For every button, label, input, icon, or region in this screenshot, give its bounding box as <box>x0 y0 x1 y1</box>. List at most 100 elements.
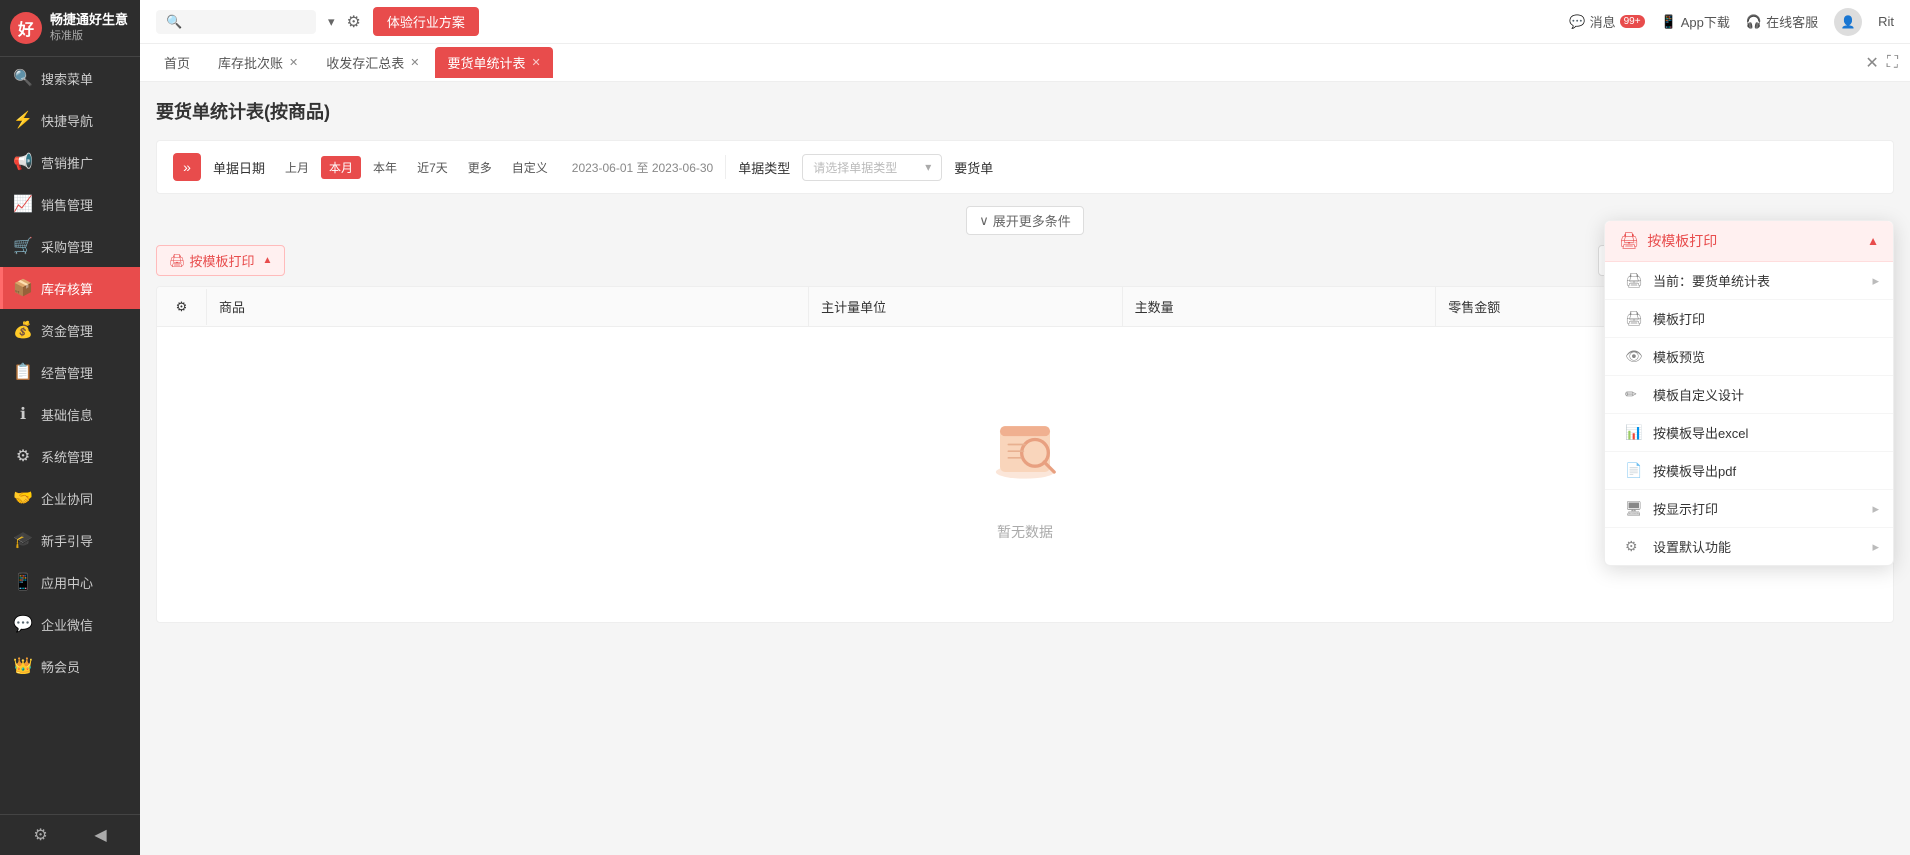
sidebar-nav: 🔍 搜索菜单 ⚡ 快捷导航 📢 营销推广 📈 销售管理 🛒 采购管理 📦 库存核… <box>0 57 140 814</box>
main-area: 🔍 ▾ ⚙ 体验行业方案 💬 消息 99+ 📱 App下载 🎧 在线客服 👤 <box>140 0 1910 855</box>
topbar-search-icon: 🔍 <box>166 14 182 30</box>
sidebar-settings-btn[interactable]: ⚙ <box>33 825 47 845</box>
collab-icon: 🤝 <box>13 488 33 508</box>
tabbar-right: ✕ ⛶ <box>1865 53 1898 73</box>
dropdown-print-icon: 🖨 <box>1619 231 1639 251</box>
dropdown-current-item[interactable]: 🖨 当前：要货单统计表 ▸ <box>1605 262 1893 300</box>
member-icon: 👑 <box>13 656 33 676</box>
sidebar-item-quicknav[interactable]: ⚡ 快捷导航 <box>0 99 140 141</box>
date-btn-lastmonth[interactable]: 上月 <box>277 156 317 179</box>
dropdown-export-excel[interactable]: 📊 按模板导出excel <box>1605 414 1893 452</box>
date-btn-thisyear[interactable]: 本年 <box>365 156 405 179</box>
dropdown-export-pdf[interactable]: 📄 按模板导出pdf <box>1605 452 1893 490</box>
template-design-icon: ✏ <box>1625 386 1643 403</box>
dropdown-display-print[interactable]: 🖥 按显示打印 ▸ <box>1605 490 1893 528</box>
dropdown-template-print[interactable]: 🖨 模板打印 <box>1605 300 1893 338</box>
col-quantity: 主数量 <box>1123 287 1437 326</box>
topbar-dropdown-btn[interactable]: ▾ <box>328 14 335 30</box>
app-download-btn[interactable]: 📱 App下载 <box>1661 12 1730 31</box>
type-label: 单据类型 <box>738 158 790 177</box>
col-unit: 主计量单位 <box>809 287 1123 326</box>
sidebar-item-newbie[interactable]: 🎓 新手引导 <box>0 519 140 561</box>
sidebar-logo: 好 畅捷通好生意 标准版 <box>0 0 140 57</box>
phone-icon: 📱 <box>1661 14 1677 30</box>
messages-btn[interactable]: 💬 消息 99+ <box>1569 12 1644 31</box>
finance-icon: 💰 <box>13 320 33 340</box>
col-settings[interactable]: ⚙ <box>157 289 207 325</box>
filter-bar: » 单据日期 上月 本月 本年 近7天 更多 自定义 2023-06-01 至 … <box>156 140 1894 194</box>
filter-toggle-btn[interactable]: » <box>173 153 201 181</box>
tab-maximize-btn[interactable]: ⛶ <box>1887 54 1898 72</box>
user-name: Rit <box>1878 14 1894 29</box>
date-btn-more[interactable]: 更多 <box>460 156 500 179</box>
sidebar-item-search[interactable]: 🔍 搜索菜单 <box>0 57 140 99</box>
sidebar-item-finance[interactable]: 💰 资金管理 <box>0 309 140 351</box>
type-select[interactable]: 请选择单据类型 ▾ <box>802 154 942 181</box>
marketing-icon: 📢 <box>13 152 33 172</box>
export-excel-icon: 📊 <box>1625 424 1643 441</box>
sidebar-item-wechat[interactable]: 💬 企业微信 <box>0 603 140 645</box>
type-select-arrow: ▾ <box>925 160 931 174</box>
expand-icon: ∨ <box>979 213 989 229</box>
tab-stock-summary[interactable]: 收发存汇总表 ✕ <box>314 47 431 78</box>
topbar-right: 💬 消息 99+ 📱 App下载 🎧 在线客服 👤 Rit <box>1569 8 1894 36</box>
basic-icon: ℹ <box>13 404 33 424</box>
template-preview-icon: 👁 <box>1625 348 1643 365</box>
template-print-icon: 🖨 <box>1625 310 1643 327</box>
sidebar-item-inventory[interactable]: 📦 库存核算 <box>0 267 140 309</box>
tab-inventory-batch[interactable]: 库存批次账 ✕ <box>206 47 310 78</box>
date-btn-thismonth[interactable]: 本月 <box>321 156 361 179</box>
date-buttons: 上月 本月 本年 近7天 更多 自定义 <box>277 156 556 179</box>
sidebar-item-sales[interactable]: 📈 销售管理 <box>0 183 140 225</box>
sidebar-item-marketing[interactable]: 📢 营销推广 <box>0 141 140 183</box>
trial-btn[interactable]: 体验行业方案 <box>373 7 479 36</box>
sidebar-item-collab[interactable]: 🤝 企业协同 <box>0 477 140 519</box>
print-icon: 🖨 <box>169 253 186 269</box>
sidebar-item-member[interactable]: 👑 畅会员 <box>0 645 140 687</box>
user-avatar[interactable]: 👤 <box>1834 8 1862 36</box>
sidebar-bottom: ⚙ ◀ <box>0 814 140 855</box>
dropdown-header-title: 🖨 按模板打印 <box>1619 231 1717 251</box>
dropdown-template-design[interactable]: ✏ 模板自定义设计 <box>1605 376 1893 414</box>
print-arrow-icon: ▲ <box>263 255 273 266</box>
close-tab-stock-summary[interactable]: ✕ <box>410 56 419 69</box>
tab-close-all-btn[interactable]: ✕ <box>1865 53 1878 73</box>
message-icon: 💬 <box>1569 14 1585 30</box>
sidebar-item-appcenter[interactable]: 📱 应用中心 <box>0 561 140 603</box>
dropdown-collapse-arrow[interactable]: ▲ <box>1867 234 1879 248</box>
purchase-icon: 🛒 <box>13 236 33 256</box>
dropdown-header[interactable]: 🖨 按模板打印 ▲ <box>1605 221 1893 262</box>
wechat-icon: 💬 <box>13 614 33 634</box>
inventory-icon: 📦 <box>13 278 33 298</box>
close-tab-inventory-batch[interactable]: ✕ <box>289 56 298 69</box>
date-range-display: 2023-06-01 至 2023-06-30 <box>572 159 713 176</box>
empty-text: 暂无数据 <box>997 522 1053 542</box>
expand-more-btn[interactable]: ∨ 展开更多条件 <box>966 206 1084 235</box>
dropdown-default-settings[interactable]: ⚙ 设置默认功能 ▸ <box>1605 528 1893 565</box>
system-icon: ⚙ <box>13 446 33 466</box>
quicknav-icon: ⚡ <box>13 110 33 130</box>
tabbar: 首页 库存批次账 ✕ 收发存汇总表 ✕ 要货单统计表 ✕ ✕ ⛶ <box>140 44 1910 82</box>
sidebar-item-operations[interactable]: 📋 经营管理 <box>0 351 140 393</box>
print-template-btn[interactable]: 🖨 按模板打印 ▲ <box>156 245 285 276</box>
sidebar-item-purchase[interactable]: 🛒 采购管理 <box>0 225 140 267</box>
tab-order-stats[interactable]: 要货单统计表 ✕ <box>435 47 552 78</box>
date-btn-7days[interactable]: 近7天 <box>409 156 456 179</box>
newbie-icon: 🎓 <box>13 530 33 550</box>
topbar-search[interactable]: 🔍 <box>156 10 316 34</box>
default-settings-arrow: ▸ <box>1872 539 1879 555</box>
sidebar-item-system[interactable]: ⚙ 系统管理 <box>0 435 140 477</box>
topbar-search-input[interactable] <box>188 15 288 29</box>
sidebar-collapse-btn[interactable]: ◀ <box>94 825 106 845</box>
print-dropdown-panel: 🖨 按模板打印 ▲ 🖨 当前：要货单统计表 ▸ 🖨 模板打印 👁 <box>1604 220 1894 566</box>
empty-illustration <box>975 407 1075 506</box>
tab-home[interactable]: 首页 <box>152 47 202 78</box>
close-tab-order-stats[interactable]: ✕ <box>532 56 541 69</box>
online-service-btn[interactable]: 🎧 在线客服 <box>1746 12 1818 31</box>
topbar-settings-btn[interactable]: ⚙ <box>347 12 361 32</box>
dropdown-template-preview[interactable]: 👁 模板预览 <box>1605 338 1893 376</box>
topbar: 🔍 ▾ ⚙ 体验行业方案 💬 消息 99+ 📱 App下载 🎧 在线客服 👤 <box>140 0 1910 44</box>
date-btn-custom[interactable]: 自定义 <box>504 156 556 179</box>
sidebar-item-basic[interactable]: ℹ 基础信息 <box>0 393 140 435</box>
headset-icon: 🎧 <box>1746 14 1762 30</box>
